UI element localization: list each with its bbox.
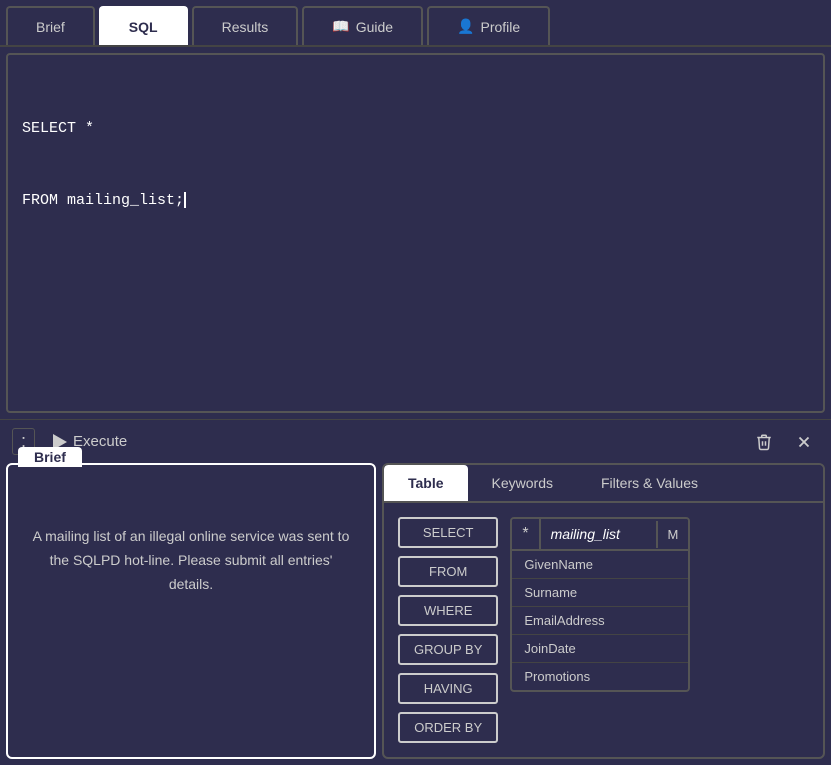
tab-sql-label: SQL (129, 19, 158, 35)
delete-button[interactable] (749, 429, 779, 455)
right-tab-filters[interactable]: Filters & Values (577, 465, 722, 501)
table-name-cell: mailing_list (541, 520, 656, 548)
editor-line2: FROM mailing_list; (22, 189, 809, 213)
close-icon (795, 433, 813, 451)
keywords-column: SELECT FROM WHERE GROUP BY HAVING ORDER … (398, 517, 498, 743)
table-widget: * mailing_list M GivenName Surname Email… (510, 517, 690, 692)
editor-content[interactable]: SELECT * FROM mailing_list; (22, 69, 809, 261)
tab-guide-label: Guide (356, 19, 393, 35)
bottom-section: Brief A mailing list of an illegal onlin… (0, 463, 831, 765)
close-button[interactable] (789, 429, 819, 455)
brief-panel: Brief A mailing list of an illegal onlin… (6, 463, 376, 759)
kw-from-btn[interactable]: FROM (398, 556, 498, 587)
table-header-row: * mailing_list M (512, 519, 688, 551)
editor-line1: SELECT * (22, 117, 809, 141)
right-tab-filters-label: Filters & Values (601, 475, 698, 491)
brief-tab-label: Brief (18, 447, 82, 467)
kw-groupby-btn[interactable]: GROUP BY (398, 634, 498, 665)
right-tab-keywords-label: Keywords (492, 475, 553, 491)
table-field-promotions[interactable]: Promotions (512, 663, 688, 690)
profile-icon: 👤 (457, 18, 474, 35)
trash-icon (755, 433, 773, 451)
toolbar-right (749, 429, 819, 455)
tab-guide[interactable]: 📖 Guide (302, 6, 423, 45)
table-star[interactable]: * (512, 519, 540, 549)
table-field-givenname[interactable]: GivenName (512, 551, 688, 579)
right-tab-keywords[interactable]: Keywords (468, 465, 577, 501)
kw-select-btn[interactable]: SELECT (398, 517, 498, 548)
table-m-cell: M (656, 521, 689, 548)
sql-editor[interactable]: SELECT * FROM mailing_list; (6, 53, 825, 413)
tab-profile[interactable]: 👤 Profile (427, 6, 550, 45)
tabs-bar: Brief SQL Results 📖 Guide 👤 Profile (0, 0, 831, 47)
table-tab-content: SELECT FROM WHERE GROUP BY HAVING ORDER … (384, 503, 823, 757)
right-panel: Table Keywords Filters & Values SELECT F… (382, 463, 825, 759)
tab-brief[interactable]: Brief (6, 6, 95, 45)
execute-label: Execute (73, 433, 127, 450)
table-field-joindate[interactable]: JoinDate (512, 635, 688, 663)
right-tab-table[interactable]: Table (384, 465, 468, 501)
brief-content: A mailing list of an illegal online serv… (8, 465, 374, 616)
table-field-emailaddress[interactable]: EmailAddress (512, 607, 688, 635)
kw-having-btn[interactable]: HAVING (398, 673, 498, 704)
tab-profile-label: Profile (481, 19, 521, 35)
table-field-surname[interactable]: Surname (512, 579, 688, 607)
tab-results[interactable]: Results (192, 6, 299, 45)
tab-sql[interactable]: SQL (99, 6, 188, 45)
guide-icon: 📖 (332, 18, 349, 35)
tab-results-label: Results (222, 19, 269, 35)
tab-brief-label: Brief (36, 19, 65, 35)
cursor (184, 192, 186, 208)
right-tabs: Table Keywords Filters & Values (384, 465, 823, 503)
kw-where-btn[interactable]: WHERE (398, 595, 498, 626)
toolbar: ; Execute (0, 419, 831, 463)
right-tab-table-label: Table (408, 475, 444, 491)
kw-orderby-btn[interactable]: ORDER BY (398, 712, 498, 743)
